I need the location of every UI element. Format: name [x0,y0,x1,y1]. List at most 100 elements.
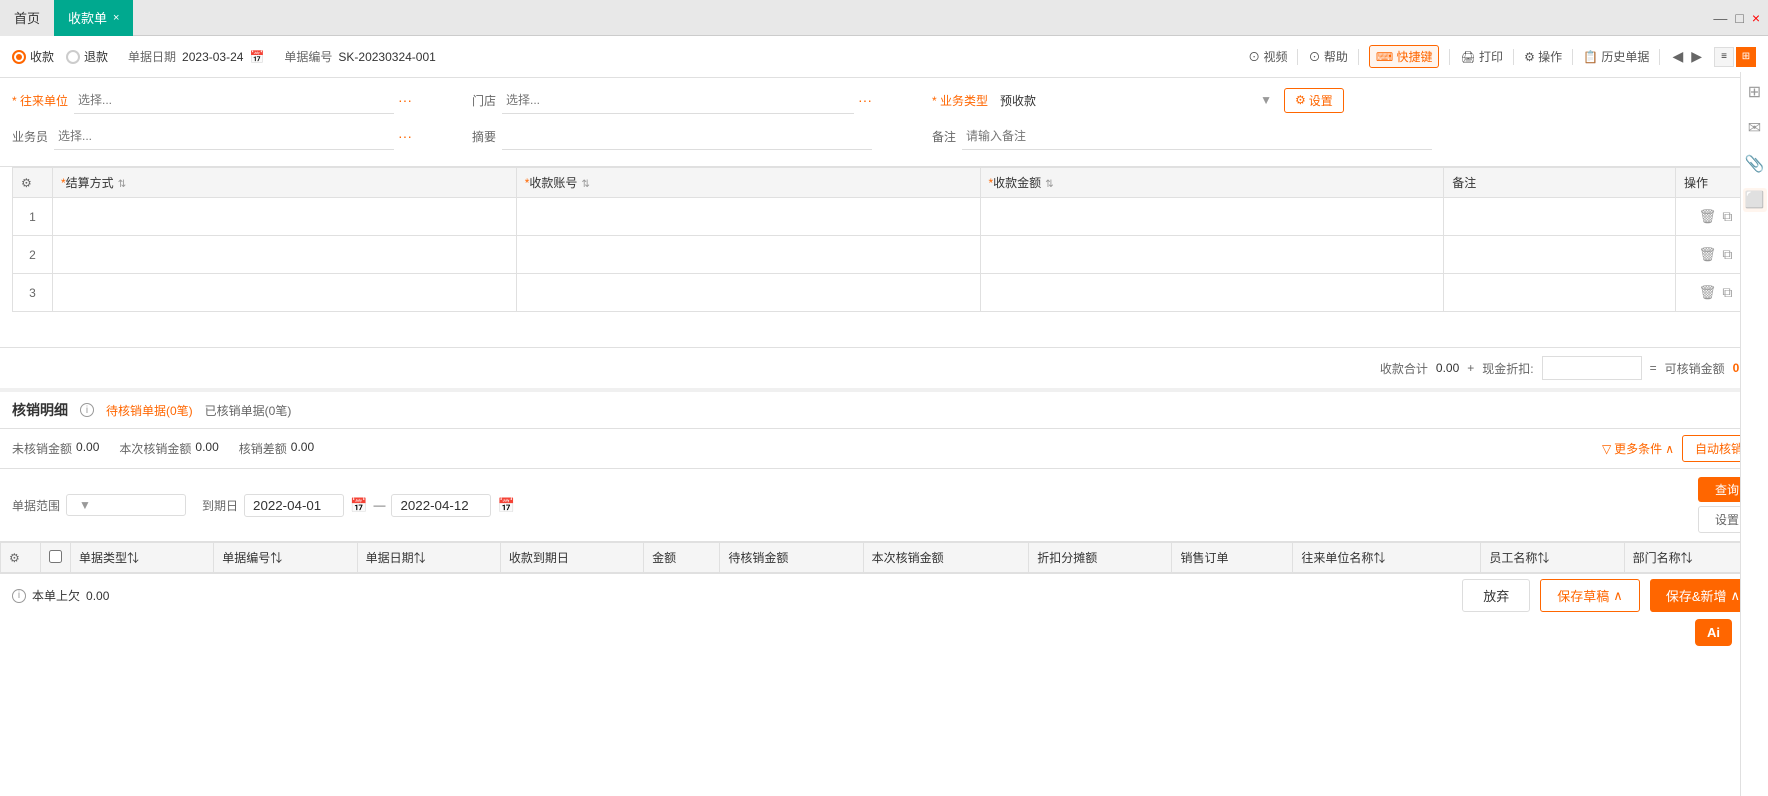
shortcut-btn[interactable]: ⌨ 快捷键 [1369,45,1440,68]
close-btn[interactable]: × [1752,10,1760,26]
copy-icon-3[interactable]: ⧉ [1722,284,1732,301]
copy-icon-1[interactable]: ⧉ [1722,208,1732,225]
reconcile-stats: 未核销金额 0.00 本次核销金额 0.00 核销差额 0.00 ▽ 更多条件 … [0,429,1768,469]
nav-prev[interactable]: ◀ [1670,46,1685,67]
draft-button[interactable]: 保存草稿 ∧ [1540,579,1640,612]
help-btn[interactable]: ⊙ 帮助 [1308,48,1347,65]
cell-remark-2[interactable] [1444,236,1676,274]
settings-label: 设置 [1309,92,1333,109]
delete-icon-1[interactable]: 🗑 [1699,208,1717,225]
operation-btn[interactable]: ⚙ 操作 [1524,48,1562,65]
delete-icon-3[interactable]: 🗑 [1699,284,1717,301]
settings-button[interactable]: ⚙ 设置 [1284,88,1344,113]
counterpart-input[interactable] [74,86,394,114]
calendar-icon[interactable]: 📅 [249,50,264,64]
history-btn[interactable]: 📋 历史单据 [1583,48,1649,65]
receipt-table: ⚙ *结算方式⇅ *收款账号⇅ *收款金额⇅ 备注 操作 1 [12,167,1756,312]
ai-button[interactable]: Ai [1695,619,1732,646]
draft-arrow-icon[interactable]: ∧ [1613,588,1623,604]
form-area: * 往来单位 ··· 门店 ··· * 业务类型 预收款 ▼ ⚙ 设置 [0,78,1768,167]
cell-amount-1[interactable] [980,198,1444,236]
footer-info-icon[interactable]: i [12,589,26,603]
radio-refund-label: 退款 [84,48,108,65]
radio-refund-dot [66,50,80,64]
cell-amount-2[interactable] [980,236,1444,274]
tab-close-icon[interactable]: × [113,12,119,24]
divider-5 [1572,49,1573,65]
calendar-from-icon[interactable]: 📅 [350,497,367,514]
grid-view-btn[interactable]: ⊞ [1736,47,1756,67]
radio-receipt[interactable]: 收款 [12,48,54,65]
store-input[interactable] [502,86,854,114]
number-label: 单据编号 [284,48,332,65]
th-settings[interactable]: ⚙ [13,168,53,198]
cell-account-2[interactable] [516,236,980,274]
calendar-to-icon[interactable]: 📅 [497,497,514,514]
reconcile-info-icon[interactable]: i [80,403,94,417]
maximize-btn[interactable]: □ [1735,10,1743,26]
current-stat: 本次核销金额 0.00 [119,440,218,457]
table-row: 3 🗑 ⧉ [13,274,1756,312]
abandon-button[interactable]: 放弃 [1462,579,1530,612]
select-all-checkbox[interactable] [49,550,62,563]
footer-left: i 本单上欠 0.00 [12,587,109,604]
view-btns: ≡ ⊞ [1714,47,1756,67]
cell-account-1[interactable] [516,198,980,236]
business-type-arrow[interactable]: ▼ [1260,93,1272,107]
video-btn[interactable]: ⊙ 视频 [1248,48,1287,65]
minimize-btn[interactable]: — [1713,10,1727,26]
cell-settlement-1[interactable] [53,198,517,236]
sidebar-table-icon[interactable]: ⊞ [1743,80,1767,104]
done-tab[interactable]: 已核销单据(0笔) [205,402,292,419]
due-date-label: 到期日 [202,497,238,514]
discount-input[interactable] [1542,356,1642,380]
business-type-label: * 业务类型 [932,92,988,109]
th-amount: *收款金额⇅ [980,168,1444,198]
print-btn[interactable]: 🖨 打印 [1460,48,1503,65]
cell-settlement-3[interactable] [53,274,517,312]
cell-account-3[interactable] [516,274,980,312]
store-more-btn[interactable]: ··· [858,92,872,108]
row-num-2: 2 [13,236,53,274]
sidebar-frame-icon[interactable]: ⬜ [1743,188,1767,212]
summary-input[interactable] [502,122,872,150]
reconcile-section: 核销明细 i 待核销单据(0笔) 已核销单据(0笔) 未核销金额 0.00 本次… [0,388,1768,573]
more-conditions-btn[interactable]: ▽ 更多条件 ∧ [1602,440,1674,457]
counterpart-more-btn[interactable]: ··· [398,92,412,108]
radio-refund[interactable]: 退款 [66,48,108,65]
remark-input[interactable] [962,122,1432,150]
staff-input[interactable] [54,122,394,150]
rth-settings[interactable]: ⚙ [1,543,41,573]
range-select[interactable]: ▼ [66,494,186,516]
th-settlement: *结算方式⇅ [53,168,517,198]
rth-number: 单据编号⇅ [214,543,357,573]
date-from-input[interactable] [244,494,344,517]
diff-stat: 核销差额 0.00 [239,440,314,457]
current-value: 0.00 [195,440,218,457]
tab-home[interactable]: 首页 [0,0,54,36]
delete-icon-2[interactable]: 🗑 [1699,246,1717,263]
date-to-input[interactable] [391,494,491,517]
pending-tab[interactable]: 待核销单据(0笔) [106,402,193,419]
sidebar-mail-icon[interactable]: ✉ [1743,116,1767,140]
cell-settlement-2[interactable] [53,236,517,274]
copy-icon-2[interactable]: ⧉ [1722,246,1732,263]
radio-receipt-label: 收款 [30,48,54,65]
rtable-settings-icon[interactable]: ⚙ [9,551,20,565]
right-sidebar: ⊞ ✉ 📎 ⬜ [1740,72,1768,796]
cell-remark-3[interactable] [1444,274,1676,312]
rth-checkbox[interactable] [41,543,71,573]
tab-receipt[interactable]: 收款单 × [54,0,133,36]
list-view-btn[interactable]: ≡ [1714,47,1734,67]
th-account: *收款账号⇅ [516,168,980,198]
table-settings-icon[interactable]: ⚙ [21,176,32,190]
range-field: 单据范围 ▼ [12,494,186,516]
nav-next[interactable]: ▶ [1689,46,1704,67]
staff-more-btn[interactable]: ··· [398,128,412,144]
save-arrow-icon[interactable]: ∧ [1730,588,1740,604]
radio-group: 收款 退款 [12,48,108,65]
summary-row: 收款合计 0.00 + 现金折扣: = 可核销金额 0.00 [0,347,1768,388]
cell-remark-1[interactable] [1444,198,1676,236]
sidebar-attach-icon[interactable]: 📎 [1743,152,1767,176]
cell-amount-3[interactable] [980,274,1444,312]
